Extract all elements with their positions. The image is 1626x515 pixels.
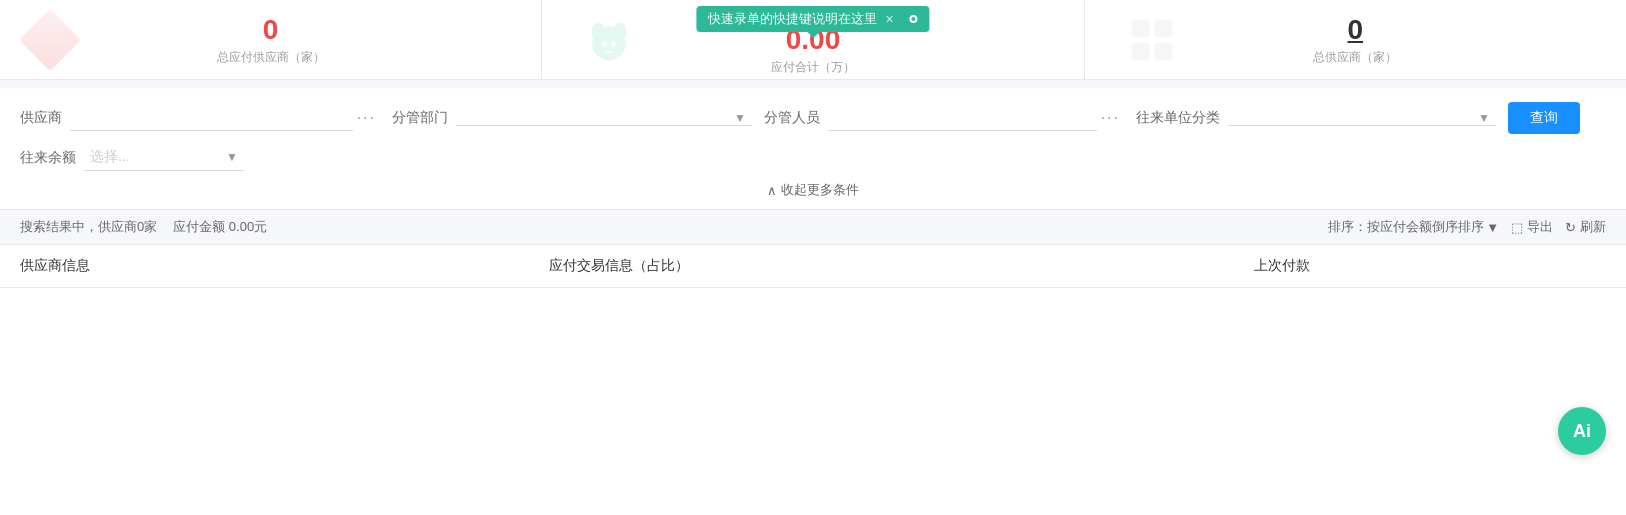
person-input[interactable] [828,106,1097,131]
svg-rect-5 [1131,19,1149,37]
search-field-department: 分管部门 ▼ [392,109,752,127]
department-label: 分管部门 [392,109,448,127]
search-row-2: 往来余额 选择... ▼ [20,144,340,171]
stat-label-payable-total: 应付合计（万） [771,59,855,76]
department-select-value [456,114,728,122]
tooltip-close-btn[interactable]: × [885,11,893,27]
balance-label: 往来余额 [20,149,76,167]
stat-number-total-suppliers: 0 [1348,13,1364,47]
supplier-input[interactable] [70,106,353,131]
stat-number-payable-suppliers: 0 [263,13,279,47]
balance-select-placeholder: 选择... [84,144,220,170]
col-last-payment: 上次付款 [1254,257,1606,275]
collapse-row: ∧ 收起更多条件 [20,181,1606,199]
person-dots-btn[interactable]: ··· [1097,109,1124,127]
stat-label-total-suppliers: 总供应商（家） [1313,49,1397,66]
result-bar-right: 排序：按应付会额倒序排序 ▼ ⬚ 导出 ↻ 刷新 [1328,218,1606,236]
svg-point-1 [592,22,606,41]
unit-category-select-value [1228,114,1472,122]
refresh-button[interactable]: ↻ 刷新 [1565,218,1606,236]
search-row-1: 供应商 ··· 分管部门 ▼ 分管人员 ··· 往来单位分类 [20,102,1606,134]
supplier-dots-btn[interactable]: ··· [353,109,380,127]
unit-category-chevron-icon: ▼ [1472,111,1496,125]
unit-category-label: 往来单位分类 [1136,109,1220,127]
sort-button[interactable]: 排序：按应付会额倒序排序 ▼ [1328,218,1499,236]
search-area: 供应商 ··· 分管部门 ▼ 分管人员 ··· 往来单位分类 [0,88,1626,210]
ghost-bear-icon [582,13,636,67]
table-header: 供应商信息 应付交易信息（占比） 上次付款 [0,245,1626,288]
person-label: 分管人员 [764,109,820,127]
tooltip-banner: 快速录单的快捷键说明在这里 × [696,6,929,32]
ai-badge-button[interactable]: Ai [1558,407,1606,455]
export-button[interactable]: ⬚ 导出 [1511,218,1553,236]
svg-rect-8 [1154,42,1172,60]
stat-total-payable-suppliers: 0 总应付供应商（家） [0,0,542,79]
svg-rect-6 [1154,19,1172,37]
stat-total-suppliers: 0 总供应商（家） [1085,0,1626,79]
export-icon: ⬚ [1511,220,1523,235]
ai-label: Ai [1573,421,1591,442]
department-chevron-icon: ▼ [728,111,752,125]
payable-amount-text: 应付金额 0.00元 [173,218,267,236]
result-bar: 搜索结果中，供应商0家 应付金额 0.00元 排序：按应付会额倒序排序 ▼ ⬚ … [0,210,1626,245]
table-area: 供应商信息 应付交易信息（占比） 上次付款 [0,245,1626,515]
refresh-icon: ↻ [1565,220,1576,235]
result-bar-left: 搜索结果中，供应商0家 应付金额 0.00元 [20,218,267,236]
query-button[interactable]: 查询 [1508,102,1580,134]
stat-label-payable-suppliers: 总应付供应商（家） [217,49,325,66]
supplier-label: 供应商 [20,109,62,127]
export-label: 导出 [1527,218,1553,236]
collapse-button[interactable]: ∧ 收起更多条件 [767,181,859,199]
sort-label: 排序：按应付会额倒序排序 [1328,218,1484,236]
tooltip-text: 快速录单的快捷键说明在这里 [708,10,877,28]
search-field-supplier: 供应商 ··· [20,106,380,131]
search-field-unit-category: 往来单位分类 ▼ [1136,109,1496,127]
col-payable-info: 应付交易信息（占比） [549,257,1254,275]
tooltip-dot [910,15,918,23]
grid-icon [1125,13,1179,67]
svg-point-3 [602,41,607,46]
col-supplier-info: 供应商信息 [20,257,549,275]
svg-rect-7 [1131,42,1149,60]
collapse-label: 收起更多条件 [781,181,859,199]
balance-chevron-icon: ▼ [220,150,244,164]
sort-chevron-icon: ▼ [1486,220,1499,235]
search-result-text: 搜索结果中，供应商0家 [20,218,157,236]
svg-point-4 [611,41,616,46]
top-stats-row: 0 总应付供应商（家） 快速录单的快捷键说明在这里 × 0.00 应付合计（万） [0,0,1626,80]
stat-payable-total: 快速录单的快捷键说明在这里 × 0.00 应付合计（万） [542,0,1084,79]
chevron-up-icon: ∧ [767,183,777,198]
search-field-balance: 往来余额 选择... ▼ [20,144,244,171]
svg-point-2 [613,22,627,41]
table-body [0,288,1626,515]
refresh-label: 刷新 [1580,218,1606,236]
search-field-person: 分管人员 ··· [764,106,1124,131]
